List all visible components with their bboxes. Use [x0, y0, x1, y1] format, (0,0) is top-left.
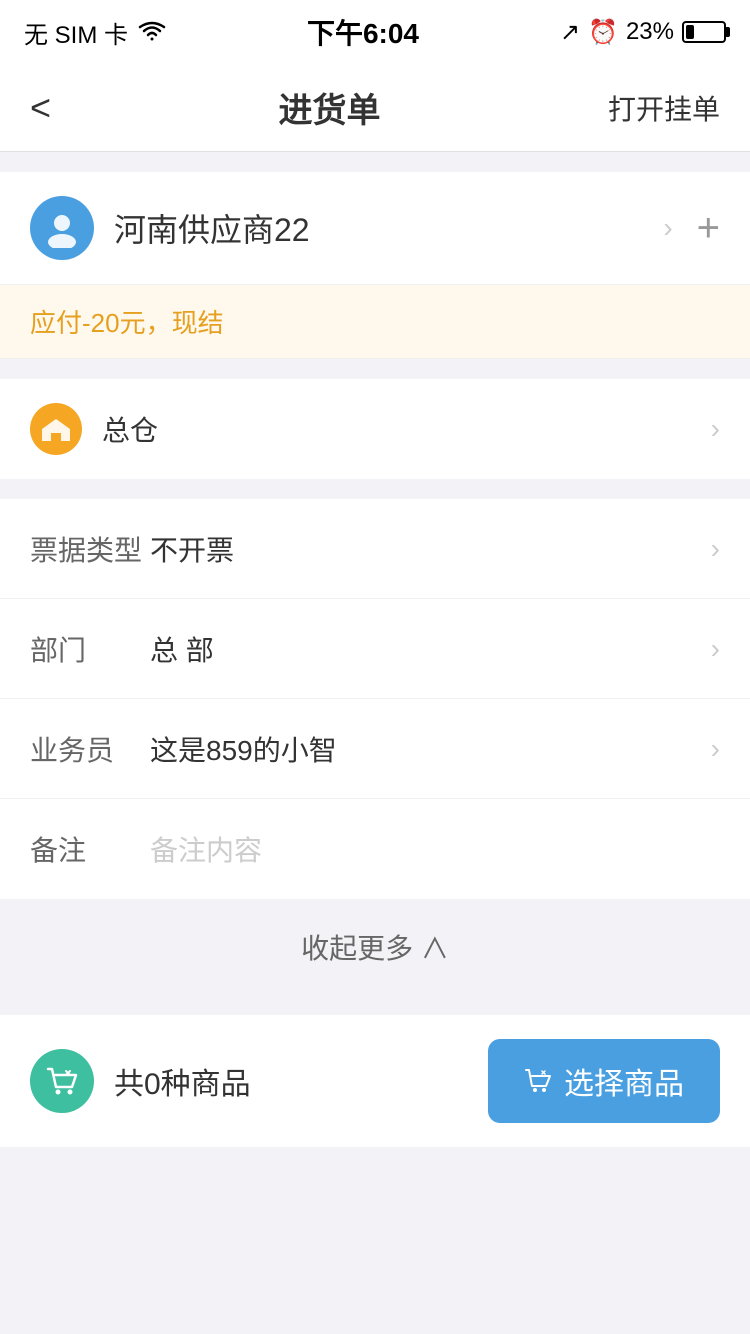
section-gap-1 — [0, 152, 750, 172]
product-count: 共0种商品 — [114, 1059, 488, 1103]
collapse-button[interactable]: 收起更多 ∧ — [0, 899, 750, 995]
salesperson-row[interactable]: 业务员 这是859的小智 › — [0, 699, 750, 799]
salesperson-value: 这是859的小智 — [150, 729, 711, 769]
department-label: 部门 — [30, 629, 150, 669]
main-content: 河南供应商22 › + 应付-20元，现结 总仓 › — [0, 152, 750, 1187]
select-product-button[interactable]: 选择商品 — [488, 1039, 720, 1123]
cart-icon-wrap — [30, 1049, 94, 1113]
salesperson-label: 业务员 — [30, 729, 150, 769]
page-title: 进货单 — [279, 83, 381, 132]
battery-icon — [682, 21, 726, 43]
department-value: 总 部 — [150, 629, 711, 669]
warehouse-icon — [40, 415, 72, 443]
supplier-avatar — [30, 196, 94, 260]
bottom-section: 共0种商品 选择商品 — [0, 1015, 750, 1147]
notice-bar: 应付-20元，现结 — [0, 285, 750, 359]
form-fields-section: 票据类型 不开票 › 部门 总 部 › 业务员 这是859的小智 › 备注 备注… — [0, 499, 750, 899]
warehouse-chevron-icon: › — [711, 413, 720, 445]
notice-text: 应付-20元，现结 — [30, 308, 224, 338]
select-product-label: 选择商品 — [564, 1059, 684, 1103]
open-pending-button[interactable]: 打开挂单 — [608, 88, 720, 128]
user-icon — [42, 208, 82, 248]
supplier-section: 河南供应商22 › + 应付-20元，现结 — [0, 172, 750, 359]
cart-icon — [44, 1065, 80, 1097]
supplier-name: 河南供应商22 — [114, 205, 663, 251]
wifi-icon — [138, 21, 166, 43]
alarm-icon: ⏰ — [588, 18, 618, 47]
invoice-type-value: 不开票 — [150, 529, 711, 569]
note-row[interactable]: 备注 备注内容 — [0, 799, 750, 899]
warehouse-row[interactable]: 总仓 › — [0, 379, 750, 479]
collapse-text: 收起更多 ∧ — [301, 933, 449, 964]
back-button[interactable]: < — [30, 87, 51, 129]
status-indicators: ↗ ⏰ 23% — [560, 18, 726, 47]
status-bar: 无 SIM 卡 下午6:04 ↗ ⏰ 23% — [0, 0, 750, 64]
status-carrier: 无 SIM 卡 — [24, 15, 166, 50]
battery-percent: 23% — [626, 18, 674, 46]
department-chevron: › — [711, 633, 720, 665]
department-row[interactable]: 部门 总 部 › — [0, 599, 750, 699]
status-time: 下午6:04 — [307, 12, 419, 52]
invoice-type-label: 票据类型 — [30, 529, 150, 569]
warehouse-section: 总仓 › — [0, 379, 750, 479]
warehouse-icon-wrap — [30, 403, 82, 455]
add-supplier-icon[interactable]: + — [697, 206, 720, 251]
nav-bar: < 进货单 打开挂单 — [0, 64, 750, 152]
section-gap-2 — [0, 359, 750, 379]
supplier-row[interactable]: 河南供应商22 › + — [0, 172, 750, 285]
invoice-type-chevron: › — [711, 533, 720, 565]
supplier-chevron-icon: › — [663, 212, 672, 244]
note-value: 备注内容 — [150, 829, 720, 869]
select-product-icon — [524, 1068, 554, 1094]
note-label: 备注 — [30, 829, 150, 869]
supplier-actions: › + — [663, 206, 720, 251]
warehouse-name: 总仓 — [102, 409, 711, 449]
invoice-type-row[interactable]: 票据类型 不开票 › — [0, 499, 750, 599]
section-gap-3 — [0, 479, 750, 499]
salesperson-chevron: › — [711, 733, 720, 765]
location-icon: ↗ — [560, 18, 580, 47]
